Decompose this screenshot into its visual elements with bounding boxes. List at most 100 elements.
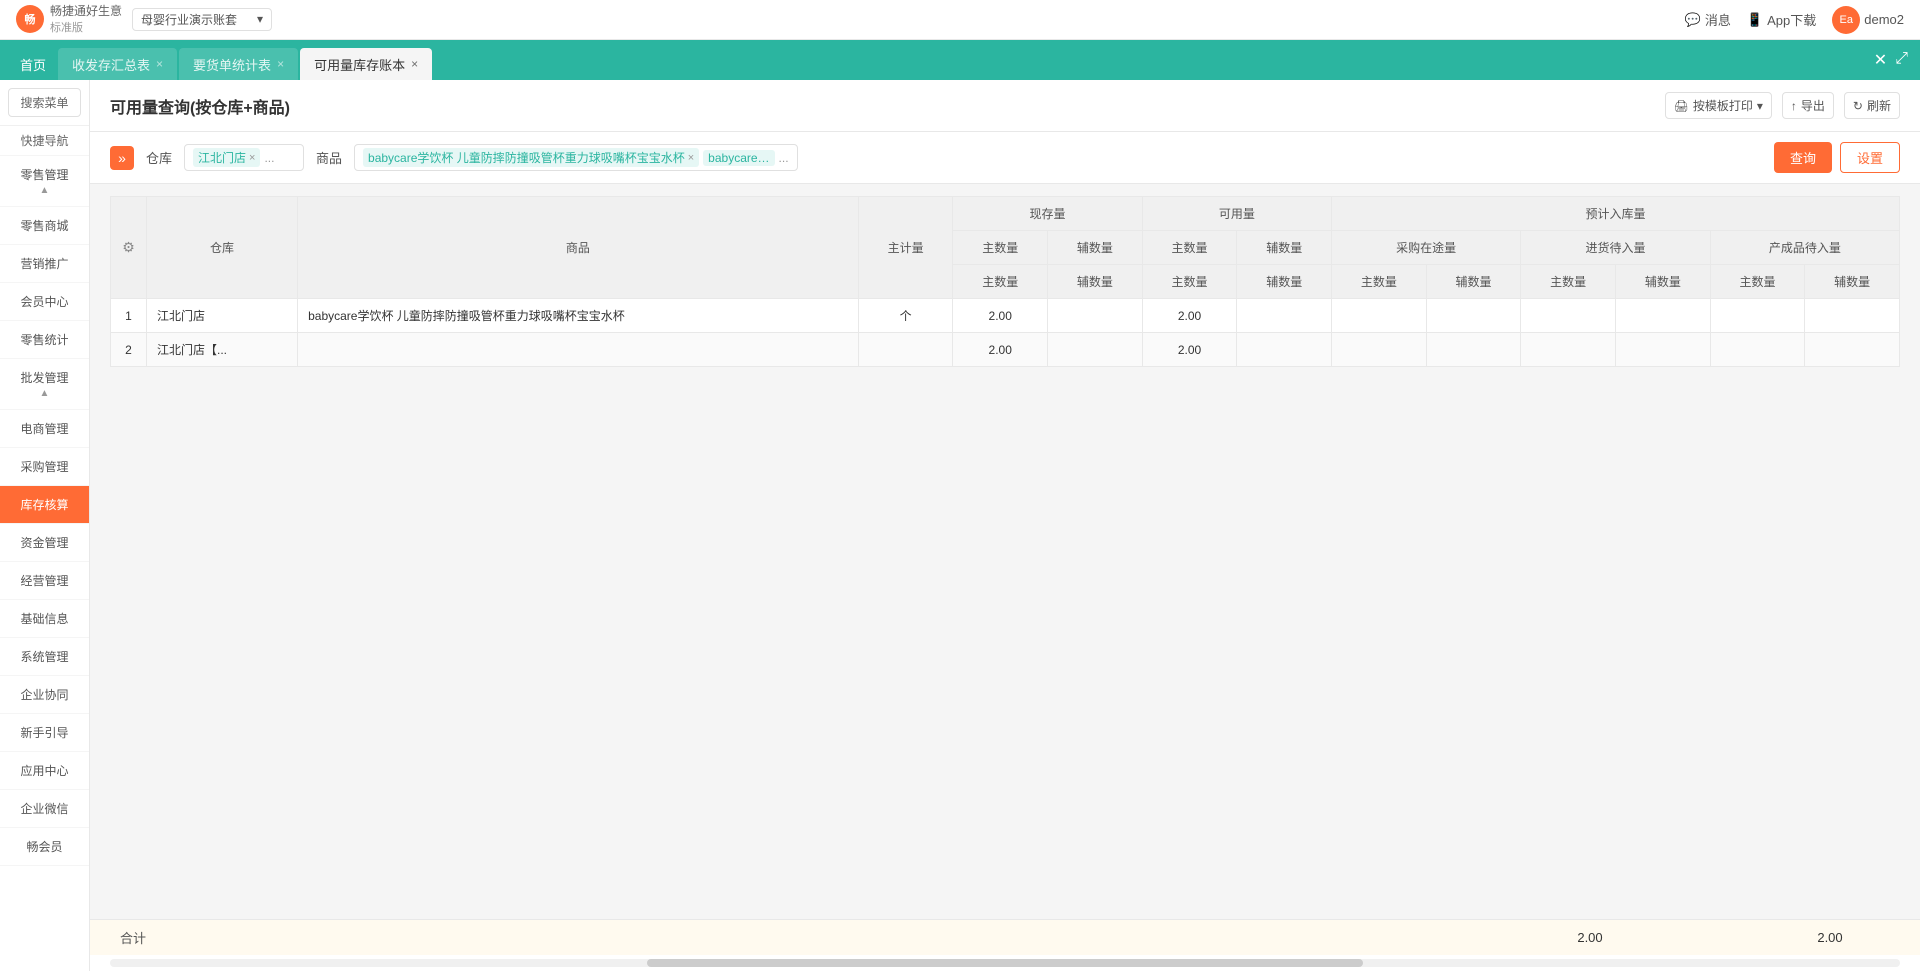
warehouse-tag-close[interactable]: ×	[249, 152, 255, 164]
export-icon: ↑	[1791, 99, 1797, 113]
newbie-label: 新手引导	[20, 724, 68, 741]
sidebar-item-corp-wechat[interactable]: 企业微信	[0, 790, 89, 828]
logo-text: 畅捷通好生意	[50, 4, 122, 18]
goods-filter-value[interactable]: babycare学饮杯 儿童防摔防撞吸管杯重力球吸嘴杯宝宝水杯 × babyca…	[354, 144, 798, 171]
settings-btn[interactable]: 设置	[1840, 142, 1900, 173]
industry-select-label: 母婴行业演示账套	[141, 11, 237, 28]
query-btn[interactable]: 查询	[1774, 142, 1832, 173]
goods-tag1-close[interactable]: ×	[688, 152, 694, 164]
logo-sub: 标准版	[50, 19, 122, 35]
tab-fullscreen-btn[interactable]: ⤢	[1895, 50, 1908, 70]
sidebar-item-member-center[interactable]: 会员中心	[0, 283, 89, 321]
print-btn[interactable]: 🖨 按模板打印 ▾	[1665, 92, 1772, 119]
th-avail-group: 可用量	[1142, 197, 1331, 231]
sidebar-item-enterprise[interactable]: 企业协同	[0, 676, 89, 714]
sidebar-item-retail-stats[interactable]: 零售统计	[0, 321, 89, 359]
tab-available-close[interactable]: ×	[411, 57, 418, 71]
refresh-label: 刷新	[1867, 97, 1891, 114]
chevron-down-icon: ▾	[257, 12, 263, 26]
td-goods: babycare学饮杯 儿童防摔防撞吸管杯重力球吸嘴杯宝宝水杯	[298, 299, 859, 333]
sidebar-item-marketing[interactable]: 营销推广	[0, 245, 89, 283]
marketing-label: 营销推广	[20, 255, 68, 272]
inventory-label: 库存核算	[20, 496, 68, 513]
warehouse-more-icon[interactable]: ...	[264, 151, 274, 165]
sidebar-item-finance[interactable]: 资金管理	[0, 524, 89, 562]
tab-available[interactable]: 可用量库存账本 ×	[300, 48, 432, 80]
ops-label: 经营管理	[20, 572, 68, 589]
sidebar-search: 搜索菜单	[0, 80, 89, 126]
tab-order[interactable]: 要货单统计表 ×	[179, 48, 298, 80]
user-profile[interactable]: Ea demo2	[1832, 6, 1904, 34]
search-menu-btn[interactable]: 搜索菜单	[8, 88, 81, 117]
scrollbar-thumb[interactable]	[647, 959, 1363, 967]
quick-nav-btn[interactable]: 快捷导航	[0, 126, 89, 156]
td-purchase-aux	[1426, 333, 1521, 367]
th-product-group: 产成品待入量	[1710, 231, 1899, 265]
goods-more-icon[interactable]: ...	[779, 151, 789, 165]
sidebar-item-app-center[interactable]: 应用中心	[0, 752, 89, 790]
tab-receipt-close[interactable]: ×	[156, 57, 163, 71]
sidebar-item-inventory[interactable]: 库存核算	[0, 486, 89, 524]
tab-bar-right: ✕ ⤢	[1874, 50, 1908, 70]
export-btn[interactable]: ↑ 导出	[1782, 92, 1834, 119]
filter-expand-btn[interactable]: »	[110, 146, 134, 170]
sidebar-item-wholesale-mgmt[interactable]: 批发管理 ▲	[0, 359, 89, 410]
tab-close-all-btn[interactable]: ✕	[1874, 50, 1887, 70]
sidebar: 搜索菜单 快捷导航 零售管理 ▲ 零售商城 营销推广 会员中心 零售统计 批发管…	[0, 80, 90, 971]
tab-receipt[interactable]: 收发存汇总表 ×	[58, 48, 177, 80]
sidebar-item-ecommerce[interactable]: 电商管理	[0, 410, 89, 448]
tab-home[interactable]: 首页	[8, 48, 58, 80]
app-center-label: 应用中心	[20, 762, 68, 779]
logo-icon: 畅	[16, 5, 44, 33]
print-label: 按模板打印	[1693, 97, 1753, 114]
footer-stock-total: 2.00	[1530, 930, 1650, 945]
sidebar-item-base[interactable]: 基础信息	[0, 600, 89, 638]
td-main-unit: 个	[858, 299, 953, 333]
sys-label: 系统管理	[20, 648, 68, 665]
avatar: Ea	[1832, 6, 1860, 34]
main-layout: 搜索菜单 快捷导航 零售管理 ▲ 零售商城 营销推广 会员中心 零售统计 批发管…	[0, 80, 1920, 971]
refresh-btn[interactable]: ↻ 刷新	[1844, 92, 1900, 119]
tab-receipt-label: 收发存汇总表	[72, 55, 150, 74]
goods-tag1-text: babycare学饮杯 儿童防摔防撞吸管杯重力球吸嘴杯宝宝水杯	[368, 149, 685, 166]
page-title: 可用量查询(按仓库+商品)	[110, 94, 290, 118]
th-stock-main2: 主数量	[953, 265, 1048, 299]
sidebar-item-sys[interactable]: 系统管理	[0, 638, 89, 676]
message-btn[interactable]: 💬 消息	[1685, 10, 1731, 29]
th-avail-main: 主数量	[1142, 231, 1237, 265]
th-purchase-main: 主数量	[1332, 265, 1427, 299]
retail-stats-label: 零售统计	[20, 331, 68, 348]
td-stock-aux	[1048, 333, 1143, 367]
member-center-label: 会员中心	[20, 293, 68, 310]
td-product-aux	[1805, 333, 1900, 367]
td-purchase-aux	[1426, 299, 1521, 333]
goods-tag2: babycare…	[703, 150, 774, 166]
top-bar: 畅 畅捷通好生意 标准版 母婴行业演示账套 ▾ 💬 消息 📱 App下载 Ea …	[0, 0, 1920, 40]
sidebar-item-vip[interactable]: 畅会员	[0, 828, 89, 866]
sidebar-item-newbie[interactable]: 新手引导	[0, 714, 89, 752]
sidebar-item-retail-mall[interactable]: 零售商城	[0, 207, 89, 245]
td-warehouse: 江北门店【...	[147, 333, 298, 367]
data-table: ⚙ 仓库 商品 主计量 现存量 可用量 预计入库量 主数量 辅数量 主数量 辅数…	[110, 196, 1900, 367]
td-warehouse: 江北门店	[147, 299, 298, 333]
warehouse-tag: 江北门店 ×	[193, 148, 260, 167]
sidebar-item-retail-mgmt[interactable]: 零售管理 ▲	[0, 156, 89, 207]
enterprise-label: 企业协同	[20, 686, 68, 703]
base-label: 基础信息	[20, 610, 68, 627]
app-download-btn[interactable]: 📱 App下载	[1747, 10, 1816, 29]
td-purchase-main	[1332, 299, 1427, 333]
tab-order-close[interactable]: ×	[277, 57, 284, 71]
tab-available-label: 可用量库存账本	[314, 55, 405, 74]
print-icon: 🖨	[1674, 99, 1689, 113]
th-stock-aux2: 辅数量	[1048, 265, 1143, 299]
message-icon: 💬	[1685, 12, 1701, 28]
retail-mgmt-expand-icon: ▲	[40, 185, 50, 196]
corp-wechat-label: 企业微信	[20, 800, 68, 817]
warehouse-filter-value[interactable]: 江北门店 × ...	[184, 144, 304, 171]
industry-select[interactable]: 母婴行业演示账套 ▾	[132, 8, 272, 31]
goods-tag1: babycare学饮杯 儿童防摔防撞吸管杯重力球吸嘴杯宝宝水杯 ×	[363, 148, 699, 167]
user-name: demo2	[1864, 12, 1904, 27]
content: 可用量查询(按仓库+商品) 🖨 按模板打印 ▾ ↑ 导出 ↻ 刷新 »	[90, 80, 1920, 971]
sidebar-item-purchase[interactable]: 采购管理	[0, 448, 89, 486]
sidebar-item-ops[interactable]: 经营管理	[0, 562, 89, 600]
